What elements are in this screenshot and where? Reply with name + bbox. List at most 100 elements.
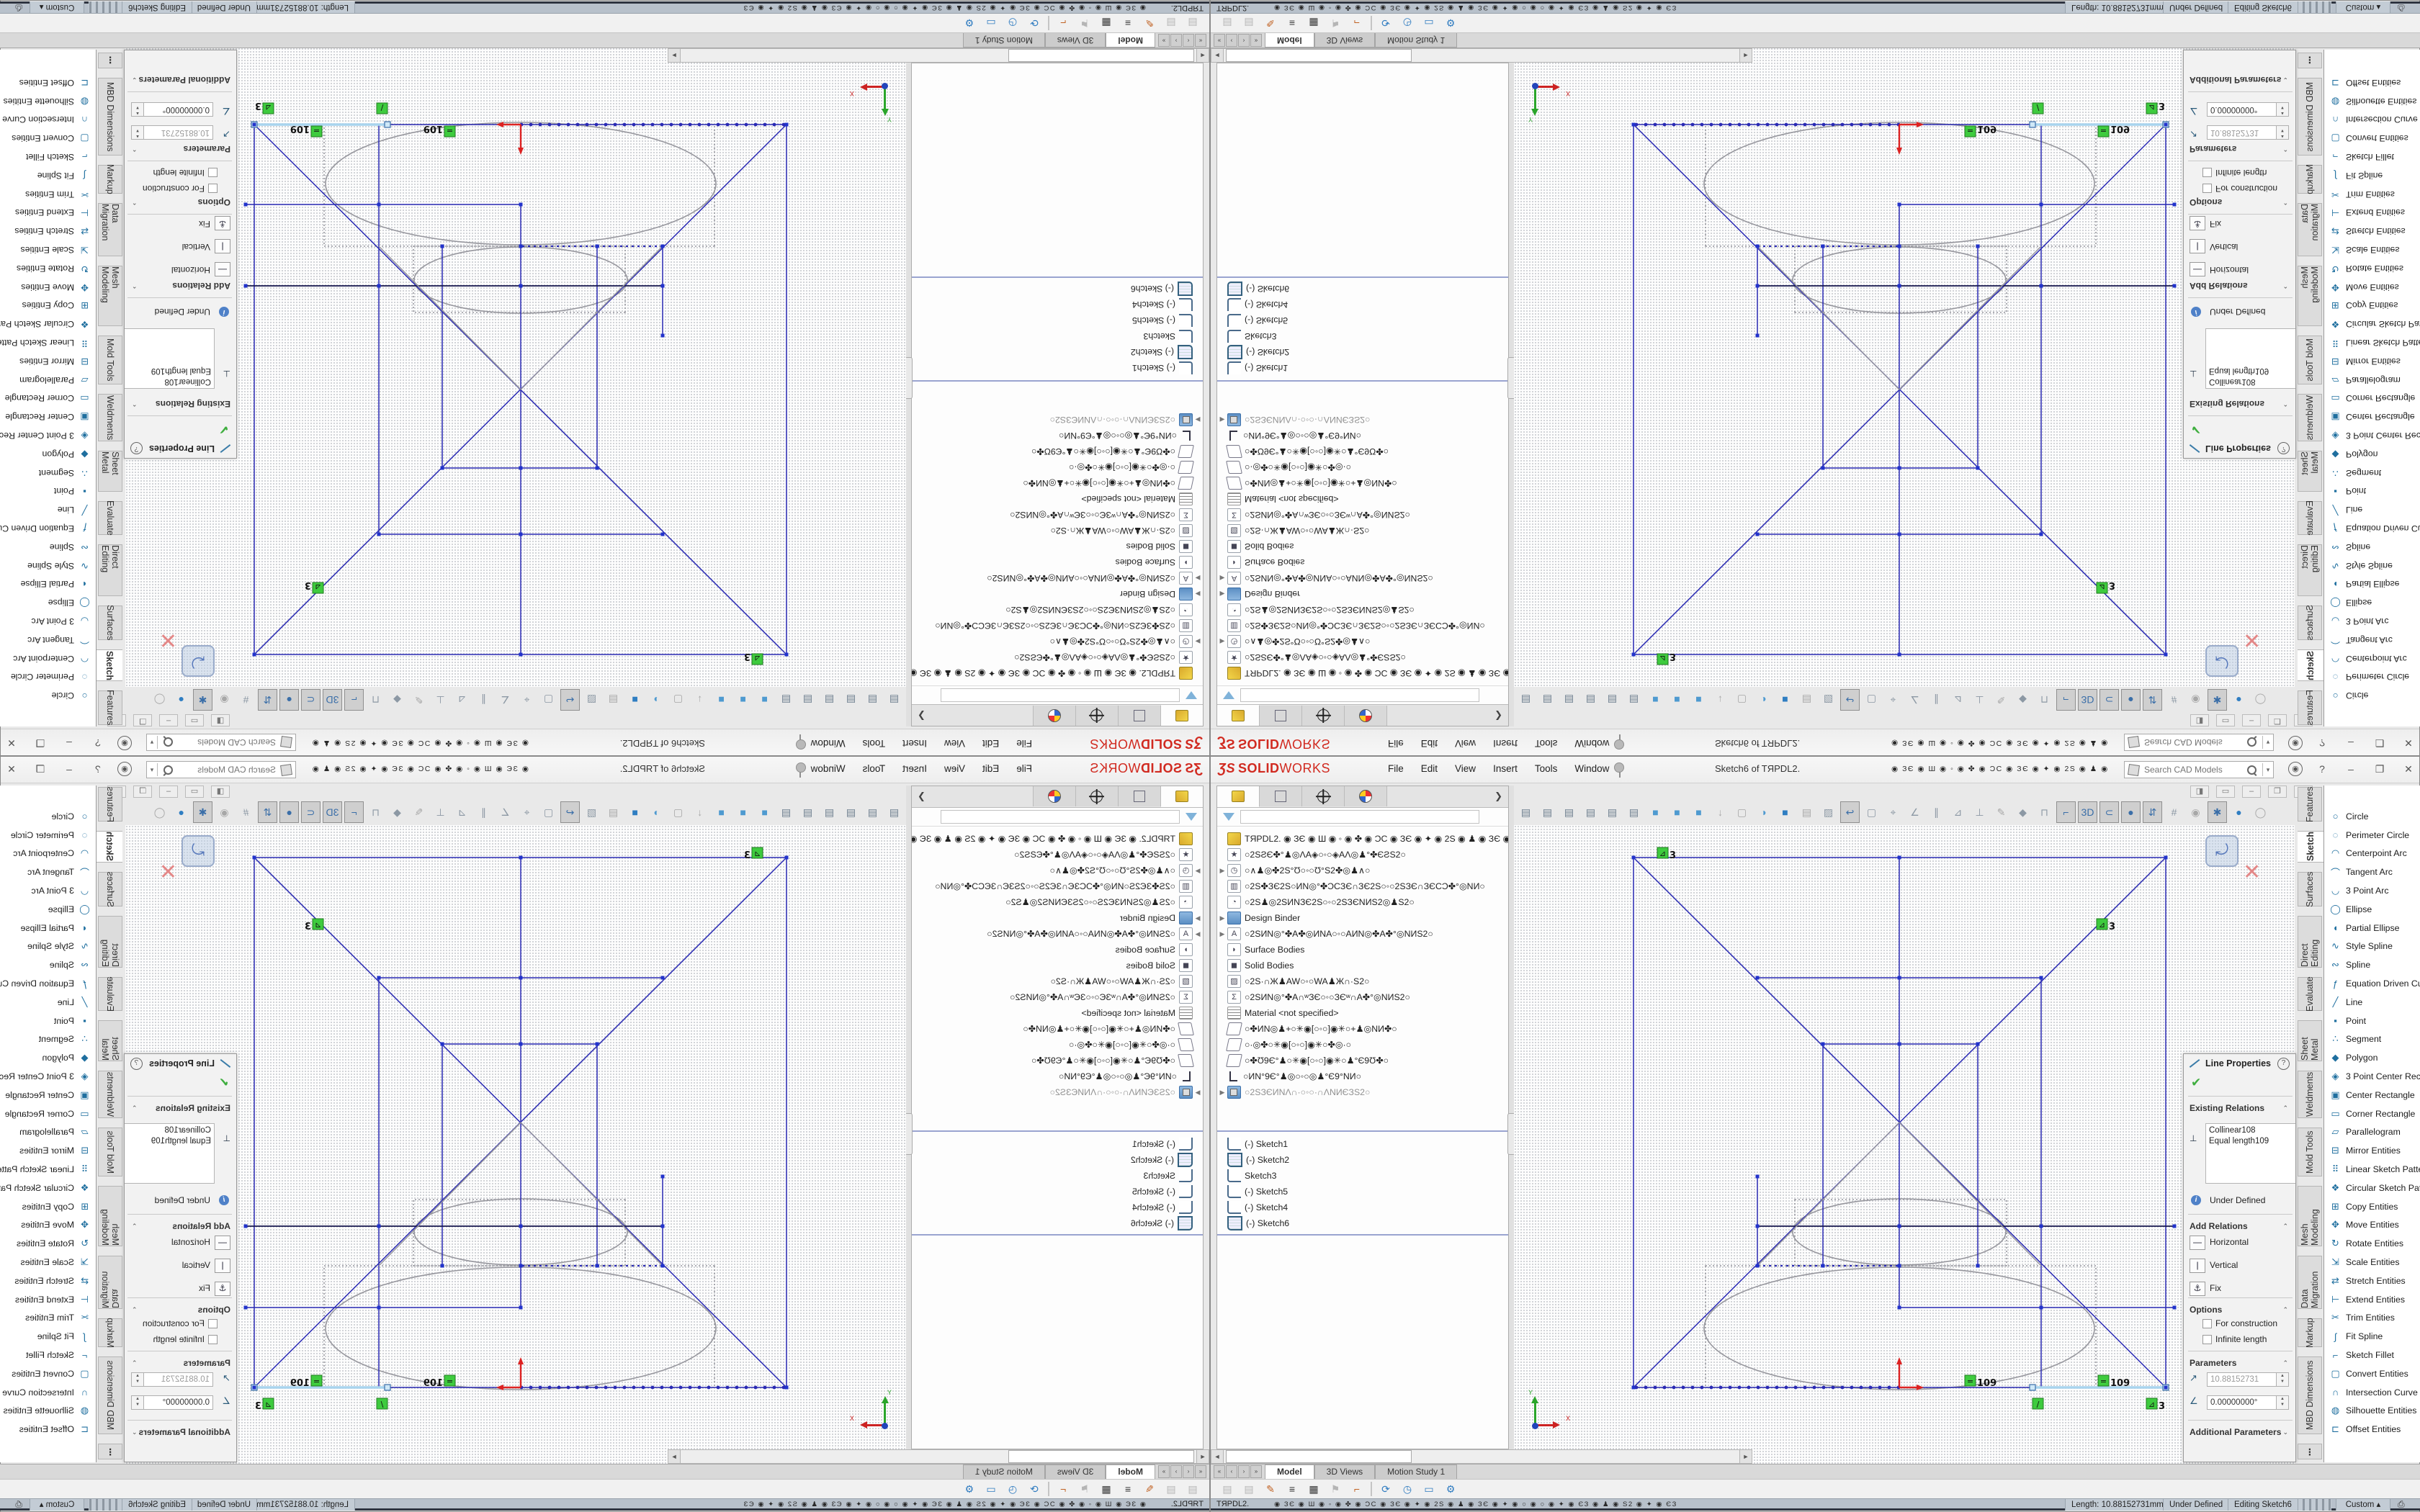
cm-tab-features[interactable]: Features: [98, 787, 122, 822]
toolbar-icon-32[interactable]: ✱: [2208, 689, 2227, 711]
printer-icon[interactable]: ⎙: [2398, 2, 2405, 13]
parameters-header[interactable]: Parameters: [184, 1358, 230, 1368]
tree-tab-part[interactable]: [1160, 786, 1203, 807]
tool-circular-sketch-pattern[interactable]: ❖Circular Sketch Pattern: [2324, 315, 2420, 333]
toolbar-icon-31[interactable]: ◉: [215, 689, 234, 711]
tool-polygon[interactable]: ◆Polygon: [0, 1048, 96, 1067]
toolbar-icon-29[interactable]: ⇵: [258, 801, 277, 823]
parameters-header[interactable]: Parameters: [184, 144, 230, 154]
toolbar-icon-1[interactable]: ▤: [1538, 801, 1557, 823]
tree-node[interactable]: ◼Solid Bodies: [1217, 539, 1508, 554]
toolbar-icon-17[interactable]: ⌖: [517, 689, 537, 711]
sketch-tree-node[interactable]: (-) Sketch5: [912, 312, 1203, 328]
relation-button-horizontal[interactable]: —: [215, 262, 230, 276]
tool-scale-entities[interactable]: ⇲Scale Entities: [2324, 240, 2420, 259]
toolbar-icon-8[interactable]: ■: [1689, 801, 1708, 823]
toolbar-icon-8[interactable]: ■: [712, 689, 731, 711]
toolbar-icon-0[interactable]: ▤: [1516, 801, 1536, 823]
horizontal-scrollbar[interactable]: ◄ ►: [1211, 1449, 1752, 1464]
close-button[interactable]: ✕: [2399, 760, 2418, 778]
tree-node[interactable]: ○·◎✤○✳◉[○◦○]◉✳○✤◎·○: [912, 1037, 1203, 1053]
cm-tab-surfaces[interactable]: Surfaces: [2298, 606, 2322, 640]
mm-icon-1[interactable]: ▤: [1241, 15, 1257, 31]
scroll-right-button[interactable]: ►: [668, 49, 681, 62]
cm-tab-features[interactable]: Features: [2298, 787, 2322, 822]
toolbar-icon-6[interactable]: ■: [1646, 689, 1665, 711]
toolbar-icon-14[interactable]: ▨: [1819, 801, 1838, 823]
printer-icon[interactable]: ⎙: [15, 2, 22, 13]
tree-node[interactable]: ▶◷○∧♟◎✤2S°Ʊ○◦○Ʊ°S2✤◎♟∧○: [912, 863, 1203, 878]
tree-node[interactable]: ▶Design Binder: [912, 586, 1203, 602]
tree-node[interactable]: Σ○2SИN◎°✤A∩ʷЗЄ○◦○ЗЄʷ∩A✤°◎NИS2○: [1217, 507, 1508, 523]
tree-node[interactable]: ▶○2SЗЄИNΛ∩·○◦○·∩ΛNИЄЗS2○: [1217, 1084, 1508, 1100]
scrollbar-thumb[interactable]: [1226, 1450, 1412, 1463]
tool-corner-rectangle[interactable]: ▭Corner Rectangle: [0, 389, 96, 408]
tool-fit-spline[interactable]: ∫Fit Spline: [2324, 166, 2420, 185]
cm-tab-directediting[interactable]: Direct Editing: [98, 544, 122, 596]
doc-window-button-2[interactable]: –: [2242, 786, 2261, 798]
tool-segment[interactable]: ∴Segment: [0, 1030, 96, 1049]
mm-icon-3[interactable]: ≡: [1120, 15, 1136, 31]
tree-node[interactable]: ○✤ИN◎♟+○✳◉[○◦○]◉✳○+♟◎NИ✤○: [1217, 1021, 1508, 1037]
tree-node[interactable]: ○✤Ʊ9Є°♟○✳◉[○◦○]◉✳○♟°Є9Ʊ✤○: [1217, 1053, 1508, 1068]
tree-node[interactable]: ◔○2S♟◎2SИNЗЄ2S○◦○2SЗЄNИS2◎♟S2○: [1217, 894, 1508, 910]
toolbar-icon-34[interactable]: ◯: [150, 689, 169, 711]
tool-point[interactable]: ▪Point: [2324, 482, 2420, 500]
tool-centerpoint-arc[interactable]: ◠Centerpoint Arc: [0, 845, 96, 863]
restore-button[interactable]: ❐: [2370, 760, 2389, 778]
toolbar-icon-14[interactable]: ▨: [582, 689, 601, 711]
menu-file[interactable]: File: [1388, 763, 1404, 774]
tool-centerpoint-arc[interactable]: ◠Centerpoint Arc: [2324, 845, 2420, 863]
pin-icon[interactable]: [796, 739, 806, 750]
doc-tab-motion-study-1[interactable]: Motion Study 1: [1375, 33, 1457, 48]
cm-tab-datamigration[interactable]: Data Migration: [2298, 1256, 2322, 1309]
filter-icon[interactable]: [1186, 691, 1197, 699]
toolbar-icon-13[interactable]: ▤: [604, 801, 623, 823]
doc-window-button-1[interactable]: ▭: [185, 786, 204, 798]
tree-splitter-bottom[interactable]: [1217, 1234, 1508, 1236]
cm-tab-[interactable]: ⋮: [98, 1444, 122, 1459]
tool-style-spline[interactable]: ∿Style Spline: [2324, 557, 2420, 575]
tool-fit-spline[interactable]: ∫Fit Spline: [0, 166, 96, 185]
scrollbar-thumb[interactable]: [1226, 49, 1412, 62]
mm-icon-0[interactable]: ▤: [1219, 15, 1235, 31]
sketch-tree-node[interactable]: (-) Sketch1: [1217, 1136, 1508, 1152]
toolbar-icon-17[interactable]: ⌖: [1883, 689, 1903, 711]
mm-icon-10[interactable]: ▭: [1421, 15, 1437, 31]
cm-tab-sheetmetal[interactable]: Sheet Metal: [2298, 1020, 2322, 1061]
cm-tab-sketch[interactable]: Sketch: [2298, 831, 2324, 863]
toolbar-icon-28[interactable]: ●: [2121, 801, 2141, 823]
tree-node[interactable]: ○ИN°9Є°♟◎○◦○◎♟°Є9°NИ○: [912, 428, 1203, 444]
tool-silhouette-entities[interactable]: ◍Silhouette Entities: [0, 92, 96, 111]
tree-node[interactable]: ◔○2S♟◎2SИNЗЄ2S○◦○2SЗЄNИS2◎♟S2○: [912, 894, 1203, 910]
tree-node[interactable]: ▨○2S·∩Ж♟AW○◦○WA♟Ж∩·S2○: [912, 973, 1203, 989]
tree-node[interactable]: ◗Surface Bodies: [1217, 942, 1508, 958]
cm-tab-markup[interactable]: Markup: [2298, 165, 2322, 194]
printer-icon[interactable]: ⎙: [2398, 1499, 2405, 1510]
tree-tab-cfgtree[interactable]: [1118, 706, 1160, 726]
existing-relations-header[interactable]: Existing Relations: [156, 1103, 230, 1113]
sketch-tree-node[interactable]: (-) Sketch4: [1217, 1200, 1508, 1215]
sketch-tree-node[interactable]: (-) Sketch6: [912, 281, 1203, 297]
tree-node[interactable]: ▶◷○∧♟◎✤2S°Ʊ○◦○Ʊ°S2✤◎♟∧○: [1217, 634, 1508, 649]
doc-tab-model[interactable]: Model: [1106, 33, 1155, 48]
expand-arrow[interactable]: ▶: [1193, 1089, 1203, 1097]
cm-tab-sketch[interactable]: Sketch: [96, 649, 122, 681]
toolbar-icon-9[interactable]: ↓: [1711, 801, 1730, 823]
parameters-header[interactable]: Parameters: [2190, 1358, 2236, 1368]
tool-move-entities[interactable]: ✥Move Entities: [0, 278, 96, 297]
tool-partial-ellipse[interactable]: ◖Partial Ellipse: [2324, 575, 2420, 593]
mm-icon-1[interactable]: ▤: [1163, 15, 1179, 31]
tree-splitter-top[interactable]: [912, 1130, 1203, 1132]
toolbar-icon-14[interactable]: ▨: [1819, 689, 1838, 711]
tree-node[interactable]: ▶A○2SИN◎°✤A✤◎ИNA○◦○AИN◎✤A✤°◎NИS2○: [1217, 926, 1508, 942]
toolbar-icon-12[interactable]: ■: [625, 689, 645, 711]
tree-tab-target[interactable]: [1075, 706, 1118, 726]
relation-button-fix[interactable]: ⚓: [2190, 216, 2205, 230]
cm-tab-directediting[interactable]: Direct Editing: [2298, 916, 2322, 968]
tree-node[interactable]: ▨○2S·∩Ж♟AW○◦○WA♟Ж∩·S2○: [1217, 973, 1508, 989]
tool-equation-driven-curve[interactable]: ƒEquation Driven Curve: [0, 519, 96, 538]
tool-3-point-arc[interactable]: ◡3 Point Arc: [2324, 612, 2420, 631]
toolbar-icon-7[interactable]: ■: [733, 689, 753, 711]
scrollbar-thumb[interactable]: [1008, 1450, 1194, 1463]
